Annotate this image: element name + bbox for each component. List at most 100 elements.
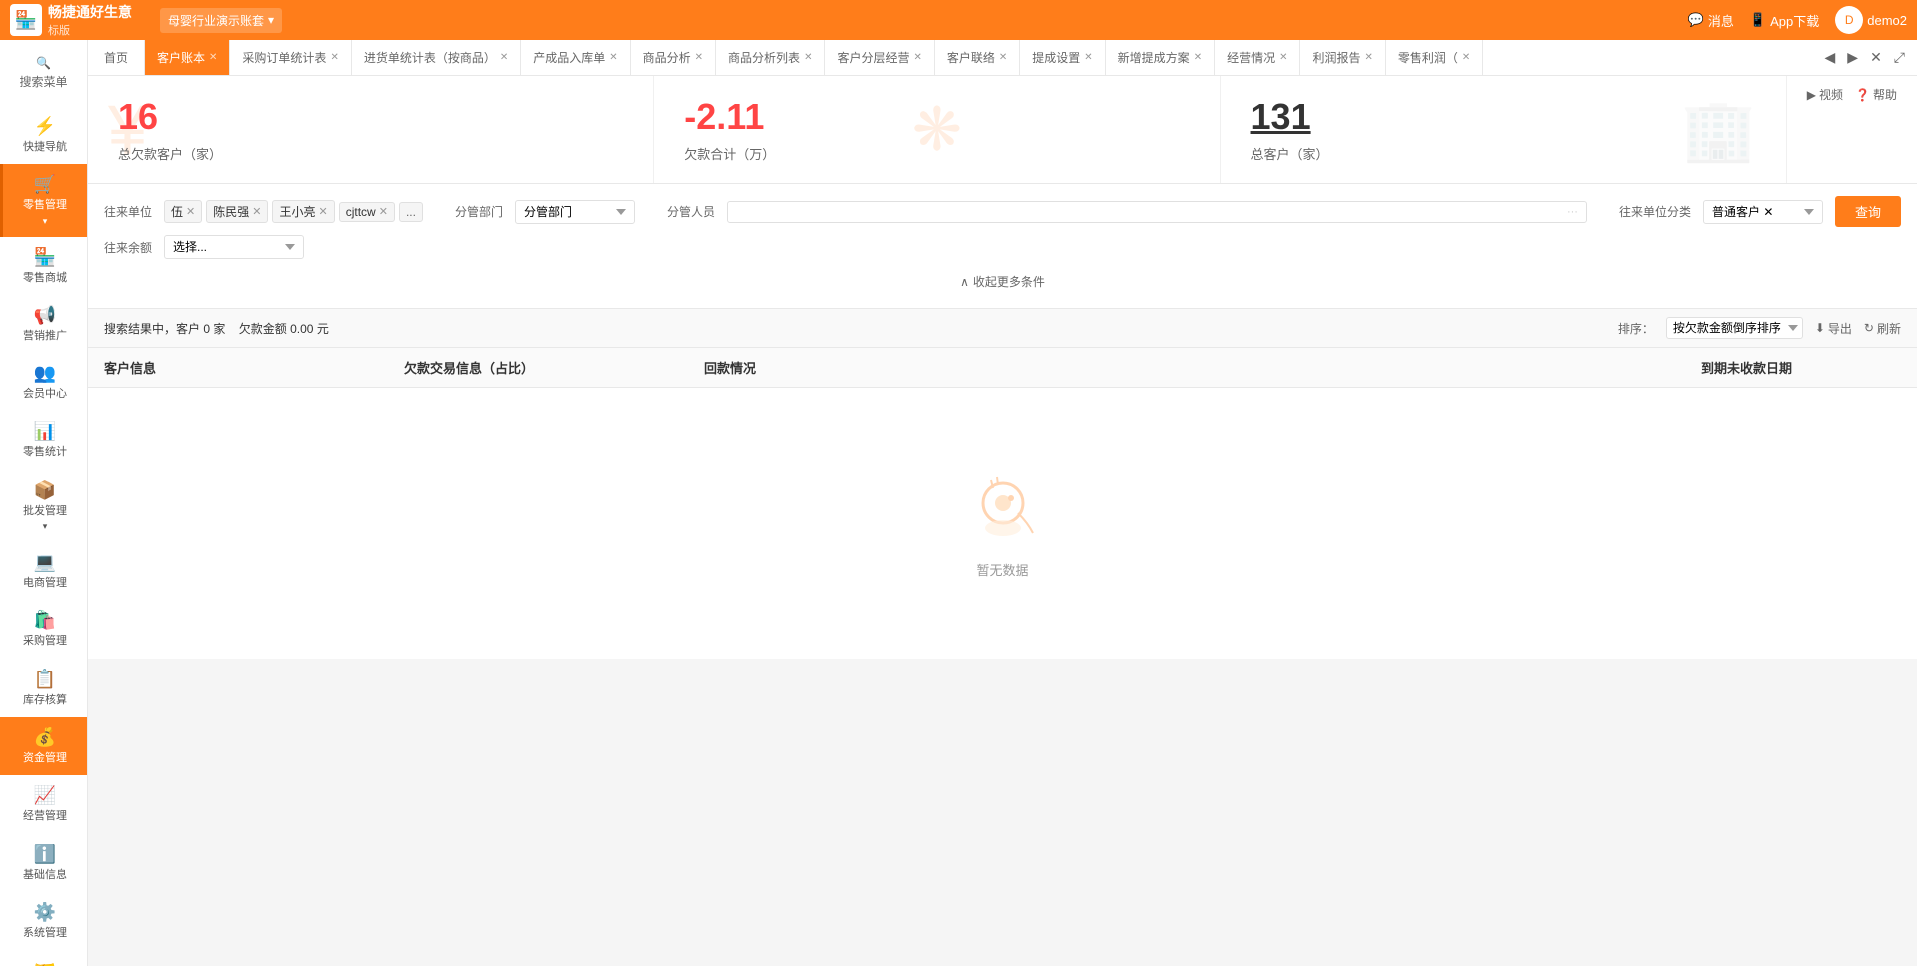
workspace-label: 母婴行业演示账套: [168, 12, 264, 29]
sidebar-item-system[interactable]: ⚙️ 系统管理: [0, 892, 87, 950]
tab-purchase-stats-close[interactable]: ✕: [500, 52, 508, 63]
category-select[interactable]: 普通客户 ✕: [1703, 200, 1823, 224]
retail-store-label: 零售商城: [23, 271, 67, 285]
sidebar-item-ecommerce[interactable]: 💻 电商管理: [0, 542, 87, 600]
tab-profit-report[interactable]: 利润报告 ✕: [1300, 40, 1385, 76]
app-download-btn[interactable]: 📱 App下载: [1750, 11, 1819, 30]
sidebar-item-enterprise-collab[interactable]: 🤝 企业协同: [0, 950, 87, 966]
sort-select[interactable]: 按欠款金额倒序排序: [1666, 317, 1803, 339]
tab-maximize[interactable]: ⤢: [1890, 47, 1909, 68]
export-btn[interactable]: ⬇ 导出: [1815, 320, 1852, 337]
tab-promotion-settings[interactable]: 提成设置 ✕: [1020, 40, 1105, 76]
filter-row-1: 往来单位 伍 ✕ 陈民强 ✕ 王小亮: [104, 196, 1901, 227]
tag-wu-close[interactable]: ✕: [186, 205, 195, 218]
tab-purchase-orders[interactable]: 采购订单统计表 ✕: [230, 40, 351, 76]
result-customer-count: 0: [203, 322, 210, 336]
tab-operations-close[interactable]: ✕: [1279, 52, 1287, 63]
procurement-icon: 🛍️: [34, 610, 56, 631]
tab-customer-contact-label: 客户联络: [947, 49, 995, 66]
sidebar-item-operations[interactable]: 📈 经营管理: [0, 775, 87, 833]
sidebar-item-quick-nav[interactable]: ⚡ 快捷导航: [0, 106, 87, 164]
retail-label: 零售管理: [23, 198, 67, 212]
tab-product-inbound[interactable]: 产成品入库单 ✕: [521, 40, 630, 76]
download-icon: 📱: [1750, 12, 1766, 28]
tab-customers[interactable]: 客户账本 ✕: [145, 40, 230, 76]
staff-input-area[interactable]: ···: [727, 201, 1587, 223]
member-label: 会员中心: [23, 387, 67, 401]
sidebar-item-marketing[interactable]: 📢 营销推广: [0, 295, 87, 353]
tab-close-all[interactable]: ✕: [1866, 47, 1886, 68]
more-tags-btn[interactable]: ...: [399, 202, 423, 222]
tab-new-promotion-close[interactable]: ✕: [1194, 52, 1202, 63]
summary-card-debt: ❋ -2.11 欠款合计（万）: [654, 76, 1220, 183]
tab-purchase-stats[interactable]: 进货单统计表（按商品） ✕: [352, 40, 521, 76]
finance-icon: 💰: [34, 727, 56, 748]
sidebar-item-basic-info[interactable]: ℹ️ 基础信息: [0, 834, 87, 892]
tab-customer-segment[interactable]: 客户分层经营 ✕: [825, 40, 934, 76]
tab-product-analysis[interactable]: 商品分析 ✕: [631, 40, 716, 76]
summary-card-total-customers: 🏢 131 总客户（家）: [1221, 76, 1787, 183]
tag-cjttcw-close[interactable]: ✕: [379, 205, 388, 218]
workspace-selector[interactable]: 母婴行业演示账套 ▾: [160, 8, 282, 33]
col-header-customer: 客户信息: [104, 358, 404, 377]
tag-wang-text: 王小亮: [279, 203, 315, 220]
tab-customer-contact[interactable]: 客户联络 ✕: [935, 40, 1020, 76]
tab-purchase-orders-close[interactable]: ✕: [330, 52, 338, 63]
video-btn[interactable]: ▶ 视频: [1807, 86, 1843, 103]
balance-select[interactable]: 选择...: [164, 235, 304, 259]
message-label: 消息: [1708, 11, 1734, 30]
sidebar-item-member[interactable]: 👥 会员中心: [0, 353, 87, 411]
department-select[interactable]: 分管部门: [515, 200, 635, 224]
user-menu[interactable]: D demo2: [1835, 6, 1907, 34]
tab-product-inbound-close[interactable]: ✕: [609, 52, 617, 63]
tab-new-promotion[interactable]: 新增提成方案 ✕: [1106, 40, 1215, 76]
tab-product-analysis-list[interactable]: 商品分析列表 ✕: [716, 40, 825, 76]
message-btn[interactable]: 💬 消息: [1688, 11, 1734, 30]
tab-nav-next[interactable]: ▶: [1843, 47, 1862, 68]
tab-product-analysis-close[interactable]: ✕: [695, 52, 703, 63]
result-customer-unit: 家: [213, 322, 225, 336]
tab-nav-prev[interactable]: ◀: [1821, 47, 1840, 68]
filter-area: 往来单位 伍 ✕ 陈民强 ✕ 王小亮: [88, 184, 1917, 309]
query-button[interactable]: 查询: [1835, 196, 1901, 227]
avatar: D: [1835, 6, 1863, 34]
result-info-prefix: 搜索结果中，客户: [104, 322, 200, 336]
help-btn[interactable]: ❓ 帮助: [1855, 86, 1897, 103]
staff-more-dots: ···: [1567, 206, 1578, 218]
tab-retail-profit-close[interactable]: ✕: [1462, 52, 1470, 63]
app-download-label: App下载: [1770, 11, 1819, 30]
sidebar-item-wholesale[interactable]: 📦 批发管理 ▾: [0, 470, 87, 542]
chevron-up-icon: ∧: [960, 275, 969, 289]
inventory-label: 库存核算: [23, 693, 67, 707]
tab-product-analysis-list-close[interactable]: ✕: [804, 52, 812, 63]
tab-bar-actions: ◀ ▶ ✕ ⤢: [1813, 47, 1917, 68]
sidebar-item-retail-stats[interactable]: 📊 零售统计: [0, 411, 87, 469]
ecommerce-icon: 💻: [34, 552, 56, 573]
sidebar-item-retail[interactable]: 🛒 零售管理 ▾: [0, 164, 87, 236]
tab-profit-report-close[interactable]: ✕: [1365, 52, 1373, 63]
tab-promotion-settings-close[interactable]: ✕: [1084, 52, 1092, 63]
tab-customer-segment-close[interactable]: ✕: [913, 52, 921, 63]
tag-chen-close[interactable]: ✕: [252, 205, 261, 218]
tab-home-label: 首页: [104, 49, 128, 66]
search-menu-btn[interactable]: 🔍 搜索菜单: [8, 50, 79, 96]
workspace-arrow-icon: ▾: [268, 13, 274, 27]
tab-retail-profit[interactable]: 零售利润（ ✕: [1386, 40, 1483, 76]
tab-operations[interactable]: 经营情况 ✕: [1215, 40, 1300, 76]
tab-home[interactable]: 首页: [88, 40, 145, 76]
sidebar-item-procurement[interactable]: 🛍️ 采购管理: [0, 600, 87, 658]
sidebar-item-retail-store[interactable]: 🏪 零售商城: [0, 237, 87, 295]
tag-wang-close[interactable]: ✕: [319, 205, 328, 218]
top-bar-right: 💬 消息 📱 App下载 D demo2: [1688, 6, 1907, 34]
company-tag-wu: 伍 ✕: [164, 200, 202, 223]
top-bar-left: 🏪 畅捷通好生意 标版 母婴行业演示账套 ▾: [10, 2, 282, 38]
sidebar-item-inventory[interactable]: 📋 库存核算: [0, 659, 87, 717]
col-debt-label: 欠款交易信息（占比）: [404, 361, 534, 376]
tab-customers-close[interactable]: ✕: [209, 52, 217, 63]
wholesale-label: 批发管理: [23, 504, 67, 518]
sidebar-item-finance[interactable]: 💰 资金管理: [0, 717, 87, 775]
refresh-btn[interactable]: ↻ 刷新: [1864, 320, 1901, 337]
tab-customer-contact-close[interactable]: ✕: [999, 52, 1007, 63]
sidebar-search-area: 🔍 搜索菜单: [0, 40, 87, 106]
collapse-btn[interactable]: ∧ 收起更多条件: [104, 267, 1901, 296]
